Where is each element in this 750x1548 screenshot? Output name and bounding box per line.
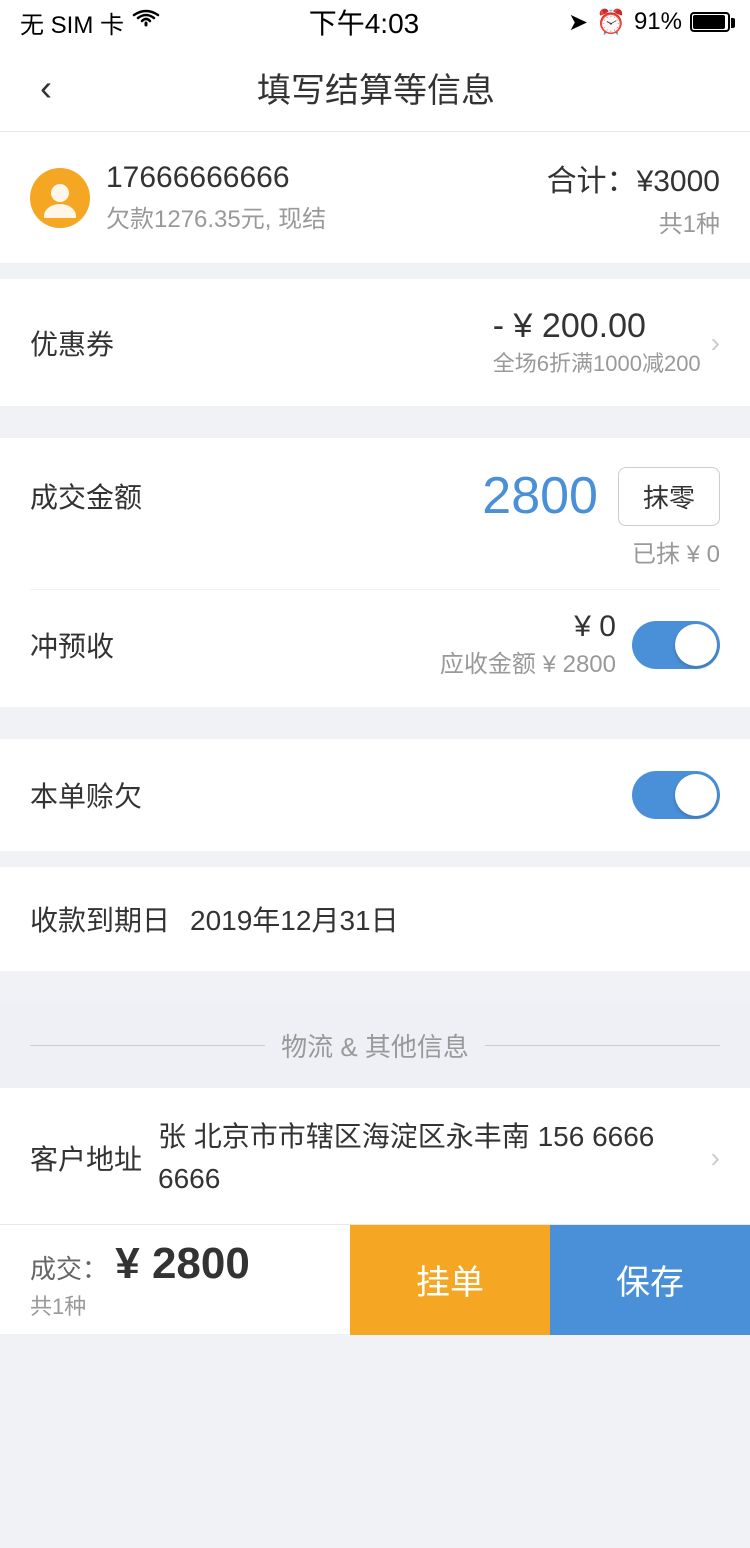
address-section[interactable]: 客户地址 张 北京市市辖区海淀区永丰南 156 6666 6666 › — [0, 1088, 750, 1228]
hold-button[interactable]: 挂单 — [350, 1225, 550, 1335]
nav-bar: ‹ 填写结算等信息 — [0, 44, 750, 132]
toggle-knob — [675, 624, 717, 666]
footer-deal-text: 成交： — [30, 1254, 108, 1284]
status-time: 下午4:03 — [309, 2, 420, 42]
prepay-value-block: ¥ 0 应收金额 ¥ 2800 — [440, 610, 616, 679]
status-left: 无 SIM 卡 — [20, 5, 160, 40]
prepay-sub: 应收金额 ¥ 2800 — [440, 644, 616, 679]
save-button[interactable]: 保存 — [550, 1225, 750, 1335]
footer-deal-label: 成交： ¥ 2800 — [30, 1239, 320, 1289]
amount-right: 2800 抹零 — [482, 466, 720, 526]
amount-label: 成交金额 — [30, 476, 142, 516]
total-value: ¥3000 — [637, 165, 720, 198]
coupon-value-block: - ¥ 200.00 全场6折满1000减200 — [493, 307, 701, 378]
debt-toggle-knob — [675, 774, 717, 816]
logistics-line-right — [485, 1045, 720, 1046]
wifi-icon — [132, 8, 160, 36]
coupon-right: - ¥ 200.00 全场6折满1000减200 › — [493, 307, 720, 378]
duedate-value: 2019年12月31日 — [190, 899, 399, 939]
duedate-label: 收款到期日 — [30, 899, 170, 939]
coupon-desc: 全场6折满1000减200 — [493, 346, 701, 378]
total-label: 合计： — [547, 165, 637, 198]
amount-row: 成交金额 2800 抹零 — [30, 466, 720, 526]
duedate-section: 收款到期日 2019年12月31日 — [0, 867, 750, 971]
debt-label: 本单赊欠 — [30, 775, 142, 815]
coupon-discount: - ¥ 200.00 — [493, 307, 701, 346]
avatar — [30, 168, 90, 228]
customer-card: 17666666666 欠款1276.35元, 现结 合计：¥3000 共1种 — [0, 132, 750, 263]
footer: 成交： ¥ 2800 共1种 挂单 保存 — [0, 1224, 750, 1334]
prepay-right: ¥ 0 应收金额 ¥ 2800 — [440, 610, 720, 679]
customer-owe: 欠款1276.35元, 现结 — [106, 199, 326, 234]
status-right: ➤ ⏰ 91% — [568, 8, 730, 37]
alarm-icon: ⏰ — [596, 8, 626, 37]
total-amount: 合计：¥3000 — [547, 156, 720, 200]
logistics-label: 物流 & 其他信息 — [281, 1027, 469, 1064]
prepay-toggle[interactable] — [632, 621, 720, 669]
status-bar: 无 SIM 卡 下午4:03 ➤ ⏰ 91% — [0, 0, 750, 44]
divider-2 — [0, 723, 750, 739]
amount-value: 2800 — [482, 466, 598, 526]
coupon-label: 优惠券 — [30, 323, 114, 363]
total-info: 合计：¥3000 共1种 — [547, 156, 720, 239]
signal-text: 无 SIM 卡 — [20, 5, 124, 40]
logistics-line-left — [30, 1045, 265, 1046]
amount-sub: 已抹 ¥ 0 — [30, 534, 720, 569]
customer-detail: 17666666666 欠款1276.35元, 现结 — [106, 161, 326, 234]
debt-section: 本单赊欠 — [0, 739, 750, 851]
footer-count: 共1种 — [30, 1289, 320, 1321]
prepay-zero: ¥ 0 — [440, 610, 616, 644]
divider-1 — [0, 422, 750, 438]
customer-phone: 17666666666 — [106, 161, 326, 195]
address-value: 张 北京市市辖区海淀区永丰南 156 6666 6666 — [142, 1116, 711, 1200]
customer-info: 17666666666 欠款1276.35元, 现结 — [30, 161, 326, 234]
hold-button-label: 挂单 — [416, 1255, 484, 1304]
battery-percent: 91% — [634, 8, 682, 36]
logistics-header: 物流 & 其他信息 — [0, 1003, 750, 1088]
page-title: 填写结算等信息 — [82, 63, 670, 112]
coupon-section: 优惠券 - ¥ 200.00 全场6折满1000减200 › — [0, 279, 750, 406]
back-button[interactable]: ‹ — [30, 57, 62, 119]
content-area: 17666666666 欠款1276.35元, 现结 合计：¥3000 共1种 … — [0, 132, 750, 1548]
footer-info: 成交： ¥ 2800 共1种 — [0, 1239, 350, 1321]
prepay-label: 冲预收 — [30, 625, 114, 665]
amount-section: 成交金额 2800 抹零 已抹 ¥ 0 冲预收 ¥ 0 应收金额 ¥ 2800 — [0, 438, 750, 707]
total-count: 共1种 — [547, 204, 720, 239]
battery-icon — [690, 12, 730, 32]
footer-amount: ¥ 2800 — [115, 1239, 250, 1288]
address-label: 客户地址 — [30, 1138, 142, 1178]
save-button-label: 保存 — [616, 1255, 684, 1304]
prepay-row: 冲预收 ¥ 0 应收金额 ¥ 2800 — [30, 610, 720, 679]
debt-toggle[interactable] — [632, 771, 720, 819]
divider-3 — [0, 987, 750, 1003]
coupon-row[interactable]: 优惠券 - ¥ 200.00 全场6折满1000减200 › — [0, 279, 750, 406]
chevron-right-icon: › — [711, 327, 720, 359]
round-down-button[interactable]: 抹零 — [618, 467, 720, 526]
location-icon: ➤ — [568, 8, 588, 37]
address-chevron-icon: › — [711, 1142, 720, 1174]
